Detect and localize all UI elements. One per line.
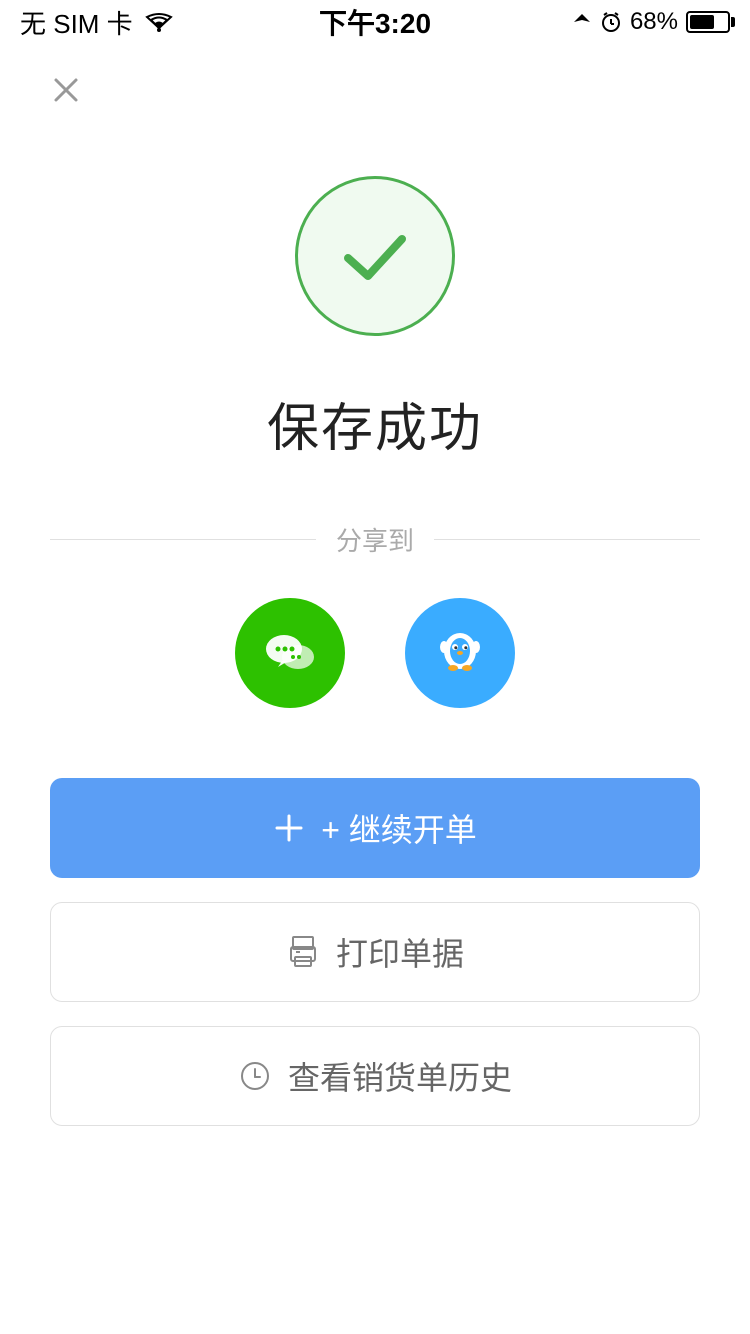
share-label: 分享到: [336, 521, 414, 558]
continue-label: + 继续开单: [321, 805, 477, 851]
wechat-share-button[interactable]: [235, 598, 345, 708]
success-icon: [295, 176, 455, 336]
battery-percent: 68%: [630, 8, 678, 36]
print-icon: [286, 935, 320, 969]
status-bar: 无 SIM 卡 下午3:20 68%: [0, 0, 750, 44]
status-right: 68%: [572, 8, 730, 36]
print-label: 打印单据: [336, 929, 464, 975]
wifi-icon: [145, 12, 173, 32]
history-button[interactable]: 查看销货单历史: [50, 1026, 700, 1126]
success-title: 保存成功: [267, 386, 483, 461]
history-label: 查看销货单历史: [288, 1053, 512, 1099]
status-left: 无 SIM 卡: [20, 4, 173, 41]
status-time: 下午3:20: [319, 2, 431, 42]
close-area: [0, 44, 750, 126]
share-section: 分享到: [50, 521, 700, 708]
share-icons-row: [50, 598, 700, 708]
print-button[interactable]: 打印单据: [50, 902, 700, 1002]
main-content: 保存成功 分享到: [0, 126, 750, 1334]
no-sim-label: 无 SIM 卡: [20, 4, 133, 41]
share-divider-row: 分享到: [50, 521, 700, 558]
close-button[interactable]: [40, 64, 92, 116]
battery-icon: [686, 11, 730, 33]
divider-left: [50, 539, 316, 540]
plus-icon: [273, 812, 305, 844]
alarm-icon: [600, 11, 622, 33]
actions: + 继续开单 打印单据 查看销货单历史: [50, 778, 700, 1126]
history-icon: [238, 1059, 272, 1093]
continue-button[interactable]: + 继续开单: [50, 778, 700, 878]
divider-right: [434, 539, 700, 540]
location-icon: [572, 12, 592, 32]
qq-share-button[interactable]: [405, 598, 515, 708]
